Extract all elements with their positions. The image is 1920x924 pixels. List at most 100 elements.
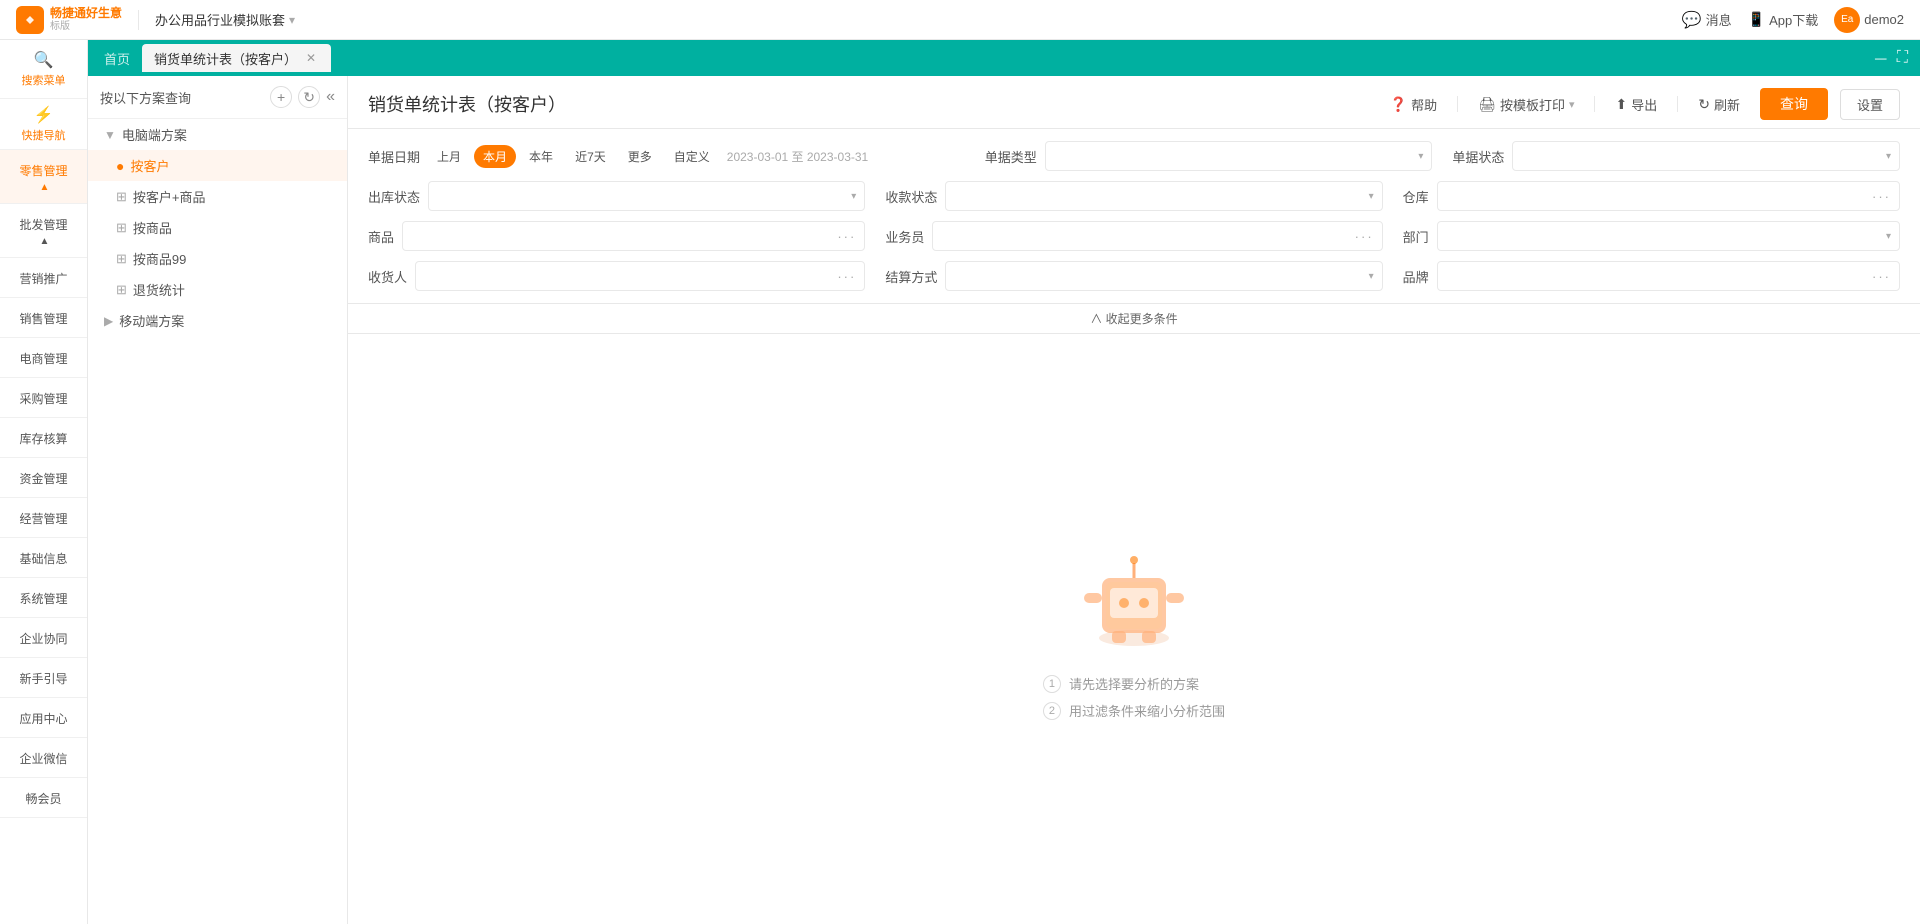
message-icon: 💬 xyxy=(1682,10,1702,30)
department-select[interactable]: ▾ xyxy=(1437,221,1900,251)
tab-sales-stats[interactable]: 销货单统计表（按客户） ✕ xyxy=(142,44,331,72)
tab-minimize-icon[interactable]: － xyxy=(1873,46,1889,70)
main-layout: 🔍 搜索菜单 ⚡ 快捷导航 零售管理 ▲ 批发管理 ▲ 营销推广 销售管理 电商… xyxy=(0,40,1920,924)
sidebar-item-basic[interactable]: 基础信息 xyxy=(0,538,87,578)
department-filter: 部门 ▾ xyxy=(1403,221,1900,251)
receive-status-control: ▾ xyxy=(945,181,1382,211)
tree-by-product99[interactable]: ⊞ 按商品99 xyxy=(88,243,347,274)
message-btn[interactable]: 💬 消息 xyxy=(1682,10,1732,30)
query-btn[interactable]: 查询 xyxy=(1760,88,1828,120)
doc-type-control: ▾ xyxy=(1045,141,1433,171)
page-actions: ❓ 帮助 🖨 按模板打印 ▾ ⬆ 导出 xyxy=(1382,88,1900,120)
brand-select[interactable]: ··· xyxy=(1437,261,1900,291)
filter-row-1: 单据日期 上月 本月 本年 近7天 更多 自定义 2023-03-01 至 20… xyxy=(368,141,1900,171)
print-icon: 🖨 xyxy=(1478,96,1496,113)
chevron-down-icon-2: ▾ xyxy=(1886,151,1891,162)
date-filter-controls: 上月 本月 本年 近7天 更多 自定义 2023-03-01 至 2023-03… xyxy=(428,145,868,168)
left-panel-actions: + ↻ « xyxy=(270,86,335,108)
sidebar-item-corp[interactable]: 企业协同 xyxy=(0,618,87,658)
filter-row-4: 收货人 ··· 结算方式 xyxy=(368,261,1900,291)
tree-by-customer[interactable]: ● 按客户 xyxy=(88,150,347,181)
date-this-year[interactable]: 本年 xyxy=(520,145,562,168)
date-range-display: 2023-03-01 至 2023-03-31 xyxy=(727,148,868,165)
sidebar-item-system[interactable]: 系统管理 xyxy=(0,578,87,618)
ellipsis-icon: ··· xyxy=(1872,189,1891,204)
sidebar-item-inventory[interactable]: 库存核算 xyxy=(0,418,87,458)
settings-btn[interactable]: 设置 xyxy=(1840,89,1900,120)
divider-2 xyxy=(1594,96,1595,112)
chevron-down-icon: ▾ xyxy=(1418,151,1423,162)
tree-by-product[interactable]: ⊞ 按商品 xyxy=(88,212,347,243)
empty-tips: 1 请先选择要分析的方案 2 用过滤条件来缩小分析范围 xyxy=(1043,674,1225,720)
collapse-panel-btn[interactable]: « xyxy=(326,88,335,106)
product-select[interactable]: ··· xyxy=(402,221,865,251)
chevron-down-icon-3: ▾ xyxy=(851,191,856,202)
date-last-month[interactable]: 上月 xyxy=(428,145,470,168)
sidebar-item-retail[interactable]: 零售管理 ▲ xyxy=(0,150,87,204)
help-icon: ❓ xyxy=(1390,96,1407,113)
page-title-bar: 销货单统计表（按客户） ❓ 帮助 🖨 按模板打印 ▾ xyxy=(348,76,1920,129)
warehouse-filter: 仓库 ··· xyxy=(1403,181,1900,211)
ellipsis-icon-4: ··· xyxy=(837,269,856,284)
sidebar-item-member[interactable]: 畅会员 xyxy=(0,778,87,818)
settle-method-select[interactable]: ▾ xyxy=(945,261,1382,291)
chevron-down-icon-5: ▾ xyxy=(1886,231,1891,242)
date-last-7[interactable]: 近7天 xyxy=(566,145,615,168)
mobile-section: ▶ 移动端方案 xyxy=(88,305,347,336)
search-menu-btn[interactable]: 🔍 搜索菜单 xyxy=(0,40,87,99)
sidebar: 🔍 搜索菜单 ⚡ 快捷导航 零售管理 ▲ 批发管理 ▲ 营销推广 销售管理 电商… xyxy=(0,40,88,924)
product-filter: 商品 ··· xyxy=(368,221,865,251)
export-icon: ⬆ xyxy=(1615,96,1627,113)
sidebar-item-appcenter[interactable]: 应用中心 xyxy=(0,698,87,738)
sidebar-item-purchase[interactable]: 采购管理 xyxy=(0,378,87,418)
quick-nav-btn[interactable]: ⚡ 快捷导航 xyxy=(0,99,87,150)
app-download-btn[interactable]: 📱 App下载 xyxy=(1748,10,1819,29)
receive-status-select[interactable]: ▾ xyxy=(945,181,1382,211)
tab-bar: 首页 销货单统计表（按客户） ✕ － ⛶ xyxy=(88,40,1920,76)
system-title[interactable]: 办公用品行业模拟账套 ▾ xyxy=(155,10,295,29)
receiver-select[interactable]: ··· xyxy=(415,261,865,291)
tree-return-stats[interactable]: ⊞ 退货统计 xyxy=(88,274,347,305)
refresh-scheme-btn[interactable]: ↻ xyxy=(298,86,320,108)
sidebar-item-wholesale[interactable]: 批发管理 ▲ xyxy=(0,204,87,258)
empty-illustration xyxy=(1074,538,1194,658)
date-more[interactable]: 更多 xyxy=(619,145,661,168)
active-dot-icon: ● xyxy=(116,158,124,174)
date-filter-item: 单据日期 上月 本月 本年 近7天 更多 自定义 2023-03-01 至 20… xyxy=(368,145,965,168)
sidebar-item-newbie[interactable]: 新手引导 xyxy=(0,658,87,698)
tree-desktop-header[interactable]: ▼ 电脑端方案 xyxy=(88,119,347,150)
tab-home[interactable]: 首页 xyxy=(92,44,142,72)
tree-mobile-header[interactable]: ▶ 移动端方案 xyxy=(88,305,347,336)
logo-icon xyxy=(16,6,44,34)
user-area[interactable]: Ea demo2 xyxy=(1834,7,1904,33)
grid-icon-2: ⊞ xyxy=(116,220,127,236)
warehouse-select[interactable]: ··· xyxy=(1437,181,1900,211)
sidebar-item-marketing[interactable]: 营销推广 xyxy=(0,258,87,298)
collapse-filter-btn[interactable]: ∧ 收起更多条件 xyxy=(348,304,1920,334)
sidebar-item-sales[interactable]: 销售管理 xyxy=(0,298,87,338)
chart-icon: ⊞ xyxy=(116,282,127,298)
empty-tip-2: 2 用过滤条件来缩小分析范围 xyxy=(1043,701,1225,720)
tree-by-customer-product[interactable]: ⊞ 按客户+商品 xyxy=(88,181,347,212)
print-btn[interactable]: 🖨 按模板打印 ▾ xyxy=(1470,91,1582,118)
help-btn[interactable]: ❓ 帮助 xyxy=(1382,91,1445,118)
refresh-btn[interactable]: ↻ 刷新 xyxy=(1690,91,1748,118)
desktop-section: ▼ 电脑端方案 ● 按客户 ⊞ 按客户+商品 ⊞ 按商品 xyxy=(88,119,347,305)
refresh-icon: ↻ xyxy=(1698,96,1710,113)
add-scheme-btn[interactable]: + xyxy=(270,86,292,108)
export-btn[interactable]: ⬆ 导出 xyxy=(1607,91,1665,118)
sidebar-item-finance[interactable]: 资金管理 xyxy=(0,458,87,498)
tab-close-btn[interactable]: ✕ xyxy=(303,50,319,66)
tab-maximize-icon[interactable]: ⛶ xyxy=(1897,49,1908,67)
date-this-month[interactable]: 本月 xyxy=(474,145,516,168)
doc-type-select[interactable]: ▾ xyxy=(1045,141,1433,171)
sidebar-item-operation[interactable]: 经营管理 xyxy=(0,498,87,538)
tab-bar-actions: － ⛶ xyxy=(1873,46,1916,70)
salesperson-select[interactable]: ··· xyxy=(932,221,1382,251)
filter-area: 单据日期 上月 本月 本年 近7天 更多 自定义 2023-03-01 至 20… xyxy=(348,129,1920,304)
out-status-select[interactable]: ▾ xyxy=(428,181,865,211)
sidebar-item-corpwx[interactable]: 企业微信 xyxy=(0,738,87,778)
doc-status-select[interactable]: ▾ xyxy=(1512,141,1900,171)
date-custom[interactable]: 自定义 xyxy=(665,145,719,168)
sidebar-item-ecommerce[interactable]: 电商管理 xyxy=(0,338,87,378)
